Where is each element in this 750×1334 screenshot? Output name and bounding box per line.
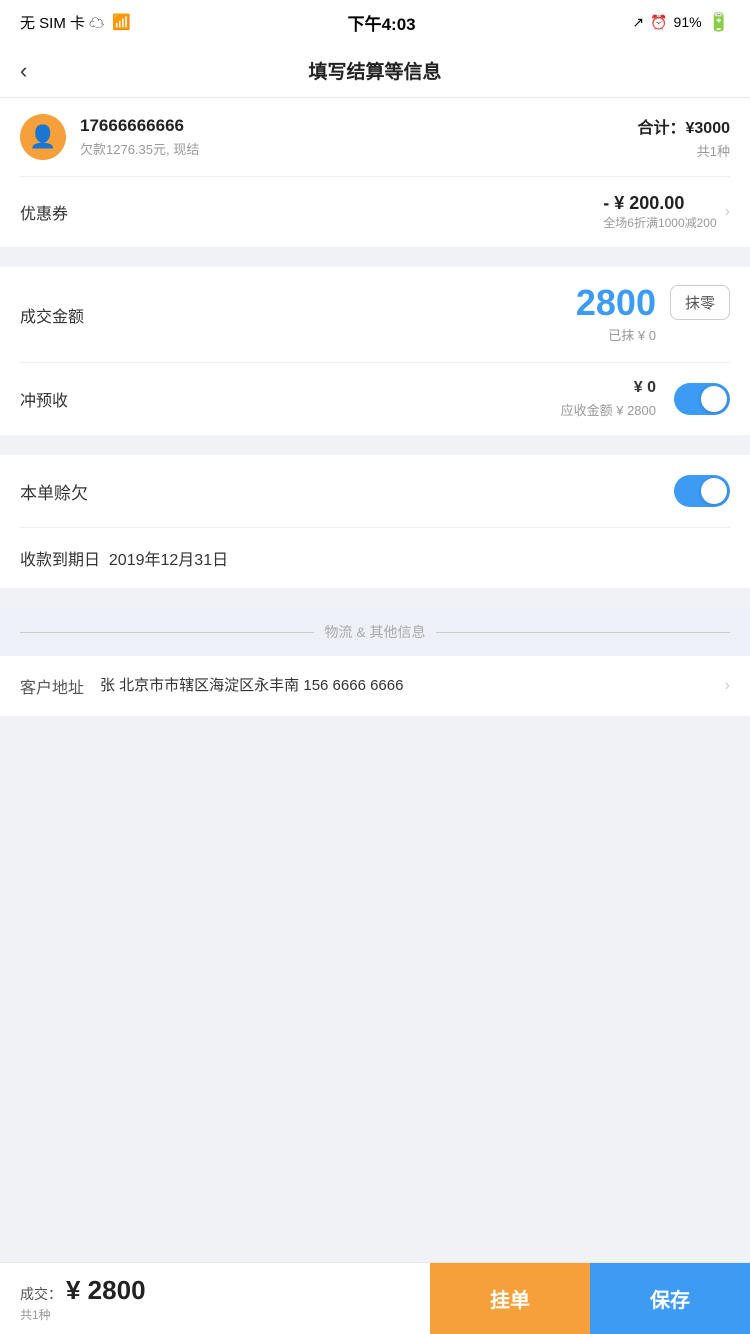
deal-amount-row: 成交金额 2800 已抹 ¥ 0 抹零 [0,267,750,362]
deal-amount-label: 成交金额 [20,303,84,327]
footer-deal-label: 成交： [20,1284,62,1304]
status-bar: 无 SIM 卡 ☁ 📶 下午4:03 ↗ ⏰ 91% 🔋 [0,0,750,44]
deal-card: 成交金额 2800 已抹 ¥ 0 抹零 冲预收 ¥ 0 应收金额 ¥ 2800 [0,267,750,435]
location-icon: ↗ [632,14,644,31]
total-amount: 合计：¥3000 [638,114,731,138]
user-row: 👤 17666666666 欠款1276.35元, 现结 合计：¥3000 共1… [0,98,750,176]
gap-2 [0,445,750,455]
bottom-gray-area [0,726,750,926]
logistics-separator: 物流 & 其他信息 [0,608,750,656]
status-left: 无 SIM 卡 ☁ 📶 [20,12,131,33]
hang-button[interactable]: 挂单 [430,1263,590,1334]
nav-bar: ‹ 填写结算等信息 [0,44,750,98]
logistics-label: 物流 & 其他信息 [324,622,425,642]
deal-amount-value: 2800 [576,285,656,321]
flush-info: ¥ 0 应收金额 ¥ 2800 [561,379,656,419]
flush-amount: ¥ 0 [561,379,656,397]
address-row[interactable]: 客户地址 张 北京市市辖区海淀区永丰南 156 6666 6666 › [0,656,750,716]
save-button[interactable]: 保存 [590,1263,750,1334]
status-time: 下午4:03 [348,10,416,35]
due-date-label: 收款到期日 2019年12月31日 [20,552,228,569]
user-total: 合计：¥3000 共1种 [638,114,731,160]
address-card: 客户地址 张 北京市市辖区海淀区永丰南 156 6666 6666 › [0,656,750,716]
round-button[interactable]: 抹零 [670,285,730,320]
coupon-right: - ¥ 200.00 全场6折满1000减200 › [603,193,730,231]
avatar-icon: 👤 [29,124,56,150]
coupon-amount: - ¥ 200.00 [603,193,716,214]
user-info-card: 👤 17666666666 欠款1276.35元, 现结 合计：¥3000 共1… [0,98,750,247]
due-date-value: 2019年12月31日 [109,552,228,569]
footer-info: 成交： ¥ 2800 共1种 [0,1275,430,1323]
coupon-row[interactable]: 优惠券 - ¥ 200.00 全场6折满1000减200 › [0,177,750,247]
gap-3 [0,598,750,608]
debt-row: 本单赊欠 [0,455,750,527]
address-chevron-icon: › [725,677,730,695]
user-sub: 欠款1276.35元, 现结 [80,139,638,158]
back-button[interactable]: ‹ [20,58,27,84]
flush-row: 冲预收 ¥ 0 应收金额 ¥ 2800 [0,363,750,435]
debt-card: 本单赊欠 收款到期日 2019年12月31日 [0,455,750,588]
address-content: 张 北京市市辖区海淀区永丰南 156 6666 6666 [100,675,725,698]
alarm-icon: ⏰ [650,14,667,31]
footer-amount: ¥ 2800 [66,1275,146,1306]
page-title: 填写结算等信息 [308,57,441,84]
coupon-label: 优惠券 [20,200,68,224]
coupon-desc: 全场6折满1000减200 [603,214,716,231]
debt-label: 本单赊欠 [20,479,88,504]
deal-amount-sub: 已抹 ¥ 0 [576,325,656,344]
due-date-row: 收款到期日 2019年12月31日 [0,528,750,588]
battery-icon: 🔋 [708,12,730,33]
flush-sub: 应收金额 ¥ 2800 [561,400,656,419]
debt-toggle[interactable] [674,475,730,507]
battery-label: 91% [674,14,702,30]
address-label: 客户地址 [20,674,84,698]
flush-label: 冲预收 [20,387,68,411]
logistics-line-right [436,632,730,633]
sim-label: 无 SIM 卡 ☁ [20,12,104,33]
avatar: 👤 [20,114,66,160]
wifi-icon: 📶 [112,13,131,31]
logistics-line-left [20,632,314,633]
flush-toggle[interactable] [674,383,730,415]
user-info: 17666666666 欠款1276.35元, 现结 [80,116,638,158]
footer-count: 共1种 [20,1306,410,1323]
coupon-chevron-icon: › [725,203,730,221]
user-phone: 17666666666 [80,116,638,136]
gap-1 [0,257,750,267]
footer: 成交： ¥ 2800 共1种 挂单 保存 [0,1262,750,1334]
status-right: ↗ ⏰ 91% 🔋 [632,12,730,33]
total-count: 共1种 [638,141,731,160]
